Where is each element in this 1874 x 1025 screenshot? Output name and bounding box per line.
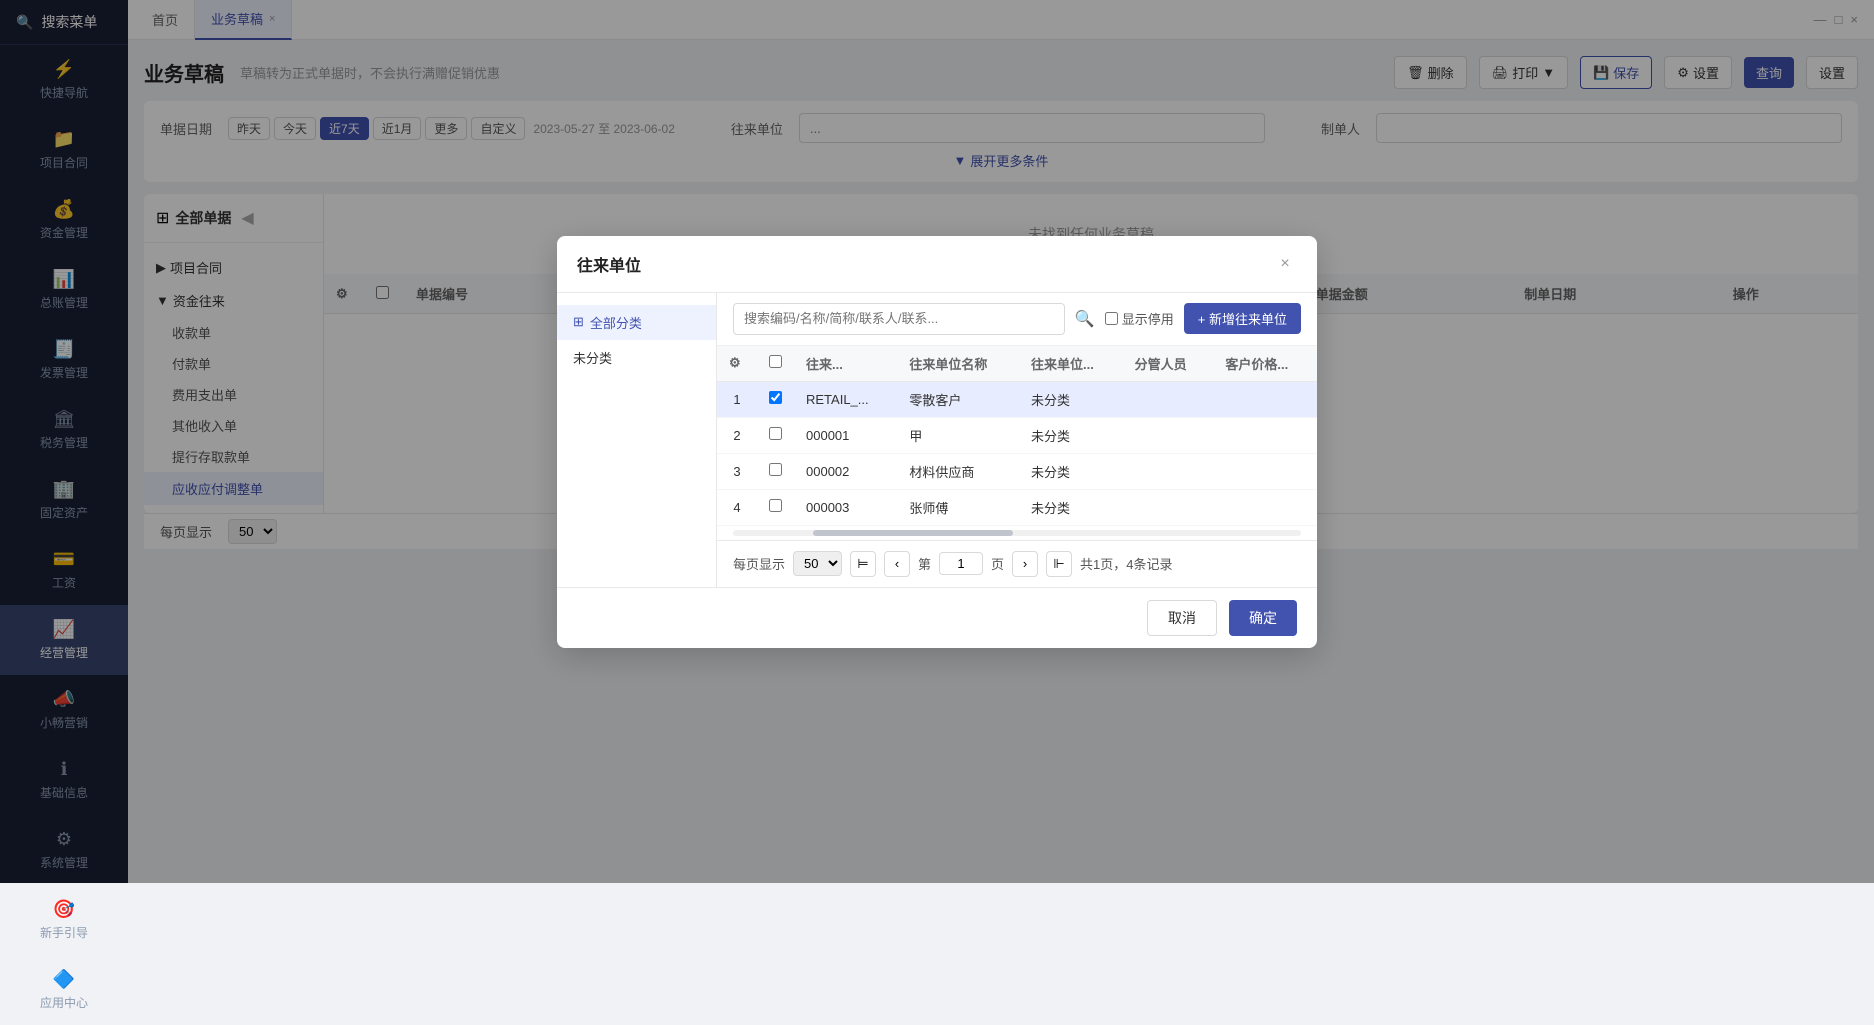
dth-name: 往来单位名称 — [897, 346, 1019, 382]
row-category: 未分类 — [1019, 417, 1123, 453]
row-checkbox-cell[interactable] — [757, 417, 794, 453]
row-manager — [1123, 381, 1214, 417]
search-icon-dialog: 🔍 — [1075, 309, 1095, 329]
sidebar-item-appcenter[interactable]: 🔷 应用中心 — [0, 955, 128, 1025]
row-num: 3 — [717, 453, 757, 489]
row-num: 2 — [717, 417, 757, 453]
dialog-header: 往来单位 × — [557, 236, 1317, 293]
dialog-search-input[interactable] — [733, 303, 1065, 335]
page-last-btn[interactable]: ⊩ — [1046, 551, 1072, 577]
page-prev-btn[interactable]: ‹ — [884, 551, 910, 577]
dialog-search-bar: 🔍 显示停用 + 新增往来单位 — [717, 293, 1317, 346]
dialog-table-row[interactable]: 2 000001 甲 未分类 — [717, 417, 1317, 453]
page-next-btn[interactable]: › — [1012, 551, 1038, 577]
row-pricelevel — [1213, 453, 1317, 489]
dialog-sidebar-uncategorized[interactable]: 未分类 — [557, 340, 716, 375]
dth-settings: ⚙ — [717, 346, 757, 382]
dth-pricelevel: 客户价格... — [1213, 346, 1317, 382]
row-num: 4 — [717, 489, 757, 525]
dialog-title: 往来单位 — [577, 252, 641, 276]
dialog-sidebar-allcategory[interactable]: ⊞ 全部分类 — [557, 305, 716, 340]
row-num: 1 — [717, 381, 757, 417]
row-name: 甲 — [897, 417, 1019, 453]
page-label: 第 — [918, 554, 931, 573]
pagination: 每页显示 50 ⊨ ‹ 第 页 › ⊩ 共1页，4条记录 — [733, 551, 1173, 577]
appcenter-icon: 🔷 — [53, 969, 75, 990]
row-manager — [1123, 417, 1214, 453]
dialog-sidebar: ⊞ 全部分类 未分类 — [557, 293, 717, 587]
dialog-footer: 每页显示 50 ⊨ ‹ 第 页 › ⊩ 共1页，4条记录 — [717, 540, 1317, 587]
row-code: 000001 — [794, 417, 897, 453]
dth-checkbox — [757, 346, 794, 382]
dialog-scrollbar-track[interactable] — [733, 530, 1301, 536]
dialog-table-row[interactable]: 3 000002 材料供应商 未分类 — [717, 453, 1317, 489]
dialog-sidebar-allcategory-label: 全部分类 — [590, 313, 642, 332]
row-pricelevel — [1213, 489, 1317, 525]
row-code: RETAIL_... — [794, 381, 897, 417]
partner-dialog: 往来单位 × ⊞ 全部分类 未分类 🔍 — [557, 236, 1317, 648]
row-name: 张师傅 — [897, 489, 1019, 525]
row-manager — [1123, 489, 1214, 525]
row-code: 000003 — [794, 489, 897, 525]
cancel-button[interactable]: 取消 — [1147, 600, 1217, 636]
row-checkbox[interactable] — [769, 391, 782, 404]
per-page-label: 每页显示 — [733, 554, 785, 573]
dth-code: 往来... — [794, 346, 897, 382]
dialog-table: ⚙ 往来... 往来单位名称 往来单位... 分管人员 客户价格... 1 — [717, 346, 1317, 526]
row-category: 未分类 — [1019, 453, 1123, 489]
show-disabled-checkbox[interactable] — [1105, 312, 1118, 325]
row-category: 未分类 — [1019, 489, 1123, 525]
row-checkbox-cell[interactable] — [757, 381, 794, 417]
dialog-overlay[interactable]: 往来单位 × ⊞ 全部分类 未分类 🔍 — [0, 0, 1874, 883]
dialog-sidebar-uncategorized-label: 未分类 — [573, 348, 612, 367]
dialog-table-wrapper: ⚙ 往来... 往来单位名称 往来单位... 分管人员 客户价格... 1 — [717, 346, 1317, 526]
dialog-content: 🔍 显示停用 + 新增往来单位 ⚙ 往来... — [717, 293, 1317, 587]
row-name: 零散客户 — [897, 381, 1019, 417]
page-input[interactable] — [939, 552, 983, 575]
page-first-btn[interactable]: ⊨ — [850, 551, 876, 577]
row-name: 材料供应商 — [897, 453, 1019, 489]
grid-icon-dialog: ⊞ — [573, 314, 584, 330]
row-manager — [1123, 453, 1214, 489]
dialog-select-all[interactable] — [769, 355, 782, 368]
row-checkbox[interactable] — [769, 499, 782, 512]
show-disabled-label[interactable]: 显示停用 — [1105, 309, 1174, 328]
add-partner-button[interactable]: + 新增往来单位 — [1184, 303, 1301, 334]
dialog-table-row[interactable]: 4 000003 张师傅 未分类 — [717, 489, 1317, 525]
sidebar-item-newguide[interactable]: 🎯 新手引导 — [0, 885, 128, 955]
row-checkbox[interactable] — [769, 427, 782, 440]
row-checkbox-cell[interactable] — [757, 489, 794, 525]
dialog-body: ⊞ 全部分类 未分类 🔍 显示停用 + 新增往来单位 — [557, 293, 1317, 587]
dialog-actions: 取消 确定 — [557, 587, 1317, 648]
sidebar-item-newguide-label: 新手引导 — [40, 924, 88, 941]
sidebar-item-appcenter-label: 应用中心 — [40, 994, 88, 1011]
dialog-close-btn[interactable]: × — [1273, 252, 1297, 276]
row-pricelevel — [1213, 417, 1317, 453]
row-code: 000002 — [794, 453, 897, 489]
row-checkbox[interactable] — [769, 463, 782, 476]
show-disabled-text: 显示停用 — [1122, 309, 1174, 328]
row-category: 未分类 — [1019, 381, 1123, 417]
row-pricelevel — [1213, 381, 1317, 417]
dth-category: 往来单位... — [1019, 346, 1123, 382]
page-suffix: 页 — [991, 554, 1004, 573]
confirm-button[interactable]: 确定 — [1229, 600, 1297, 636]
dialog-table-row[interactable]: 1 RETAIL_... 零散客户 未分类 — [717, 381, 1317, 417]
per-page-select[interactable]: 50 — [793, 551, 842, 576]
newguide-icon: 🎯 — [53, 899, 75, 920]
row-checkbox-cell[interactable] — [757, 453, 794, 489]
dialog-scrollbar-thumb[interactable] — [813, 530, 1013, 536]
dth-manager: 分管人员 — [1123, 346, 1214, 382]
total-info: 共1页，4条记录 — [1080, 554, 1172, 573]
